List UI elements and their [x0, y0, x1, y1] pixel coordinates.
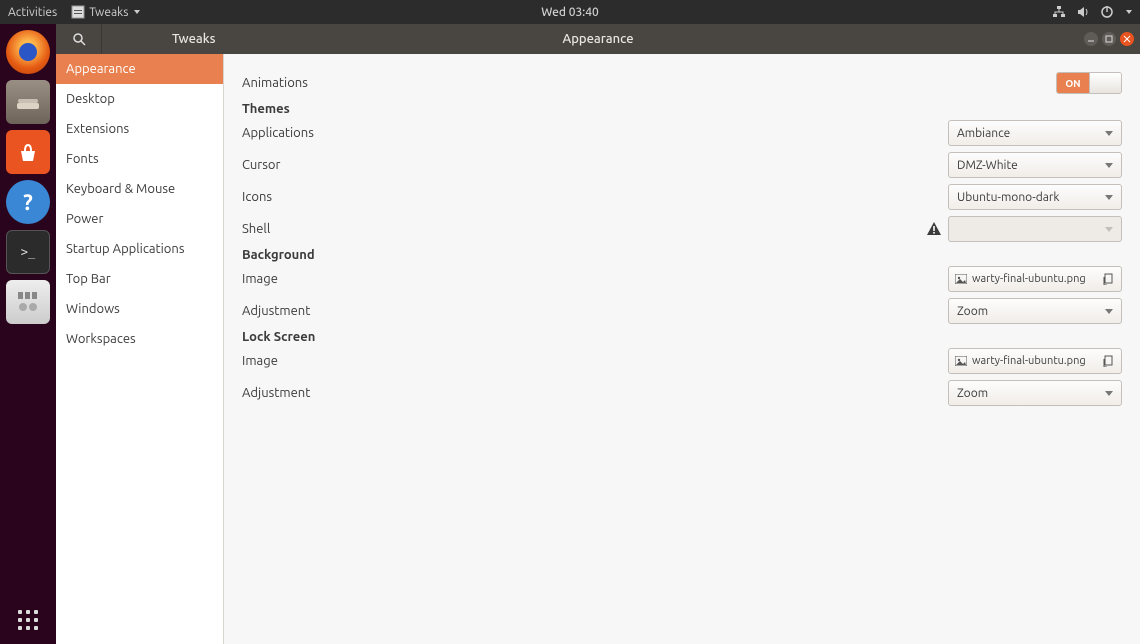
- file-open-icon: [1103, 355, 1115, 367]
- dock-help[interactable]: ?: [6, 180, 50, 224]
- background-image-label: Image: [242, 272, 948, 286]
- cursor-label: Cursor: [242, 158, 948, 172]
- dock-tweaks[interactable]: [6, 280, 50, 324]
- sidebar-item-startup-applications[interactable]: Startup Applications: [56, 234, 223, 264]
- maximize-button[interactable]: [1102, 32, 1116, 46]
- sidebar-item-desktop[interactable]: Desktop: [56, 84, 223, 114]
- sidebar-item-top-bar[interactable]: Top Bar: [56, 264, 223, 294]
- applications-theme-combo[interactable]: Ambiance: [948, 120, 1122, 146]
- lockscreen-image-chooser[interactable]: warty-final-ubuntu.png: [948, 348, 1122, 374]
- icons-label: Icons: [242, 190, 948, 204]
- app-menu[interactable]: Tweaks: [71, 5, 140, 19]
- lockscreen-image-label: Image: [242, 354, 948, 368]
- icons-theme-combo[interactable]: Ubuntu-mono-dark: [948, 184, 1122, 210]
- sidebar-item-power[interactable]: Power: [56, 204, 223, 234]
- warning-icon: [926, 221, 942, 237]
- chevron-down-icon: [1105, 131, 1113, 136]
- window-title-center: Appearance: [562, 32, 633, 46]
- sidebar-item-keyboard-mouse[interactable]: Keyboard & Mouse: [56, 174, 223, 204]
- dock-show-apps[interactable]: [18, 610, 38, 630]
- search-icon: [72, 32, 86, 46]
- lockscreen-adjustment-label: Adjustment: [242, 386, 948, 400]
- panel-clock[interactable]: Wed 03:40: [541, 6, 599, 19]
- cursor-theme-combo[interactable]: DMZ-White: [948, 152, 1122, 178]
- chevron-down-icon: [1105, 391, 1113, 396]
- chevron-down-icon[interactable]: [1126, 10, 1132, 14]
- chevron-down-icon: [1105, 227, 1113, 232]
- image-icon: [955, 356, 967, 366]
- dock-software[interactable]: [6, 130, 50, 174]
- file-open-icon: [1103, 273, 1115, 285]
- background-adjustment-combo[interactable]: Zoom: [948, 298, 1122, 324]
- background-adjustment-label: Adjustment: [242, 304, 948, 318]
- tweaks-menu-icon: [71, 5, 85, 19]
- sidebar-item-fonts[interactable]: Fonts: [56, 144, 223, 174]
- shell-label: Shell: [242, 222, 926, 236]
- sidebar-item-windows[interactable]: Windows: [56, 294, 223, 324]
- lockscreen-heading: Lock Screen: [242, 330, 1122, 344]
- dock-terminal[interactable]: >_: [6, 230, 50, 274]
- animations-toggle[interactable]: ON: [1056, 72, 1122, 94]
- activities-button[interactable]: Activities: [8, 6, 57, 19]
- shell-theme-combo: [948, 216, 1122, 242]
- network-icon[interactable]: [1052, 5, 1066, 19]
- volume-icon[interactable]: [1076, 5, 1090, 19]
- dock: ? >_: [0, 24, 56, 644]
- close-button[interactable]: [1120, 32, 1134, 46]
- chevron-down-icon: [1105, 309, 1113, 314]
- sidebar-item-appearance[interactable]: Appearance: [56, 54, 223, 84]
- animations-label: Animations: [242, 76, 1056, 90]
- minimize-button[interactable]: [1084, 32, 1098, 46]
- content-area: Animations ON Themes Applications Ambian…: [224, 54, 1140, 644]
- chevron-down-icon: [134, 10, 140, 14]
- sidebar-item-workspaces[interactable]: Workspaces: [56, 324, 223, 354]
- window-title-left: Tweaks: [112, 32, 280, 46]
- gnome-top-panel: Activities Tweaks Wed 03:40: [0, 0, 1140, 24]
- applications-label: Applications: [242, 126, 948, 140]
- dock-files[interactable]: [6, 80, 50, 124]
- chevron-down-icon: [1105, 195, 1113, 200]
- lockscreen-adjustment-combo[interactable]: Zoom: [948, 380, 1122, 406]
- background-heading: Background: [242, 248, 1122, 262]
- sidebar: Appearance Desktop Extensions Fonts Keyb…: [56, 54, 224, 644]
- titlebar: Tweaks Appearance: [56, 24, 1140, 54]
- background-image-chooser[interactable]: warty-final-ubuntu.png: [948, 266, 1122, 292]
- themes-heading: Themes: [242, 102, 1122, 116]
- sidebar-item-extensions[interactable]: Extensions: [56, 114, 223, 144]
- power-icon[interactable]: [1100, 5, 1114, 19]
- search-button[interactable]: [56, 24, 102, 54]
- chevron-down-icon: [1105, 163, 1113, 168]
- image-icon: [955, 274, 967, 284]
- tweaks-window: Tweaks Appearance Appearance Desktop Ext…: [56, 24, 1140, 644]
- dock-firefox[interactable]: [6, 30, 50, 74]
